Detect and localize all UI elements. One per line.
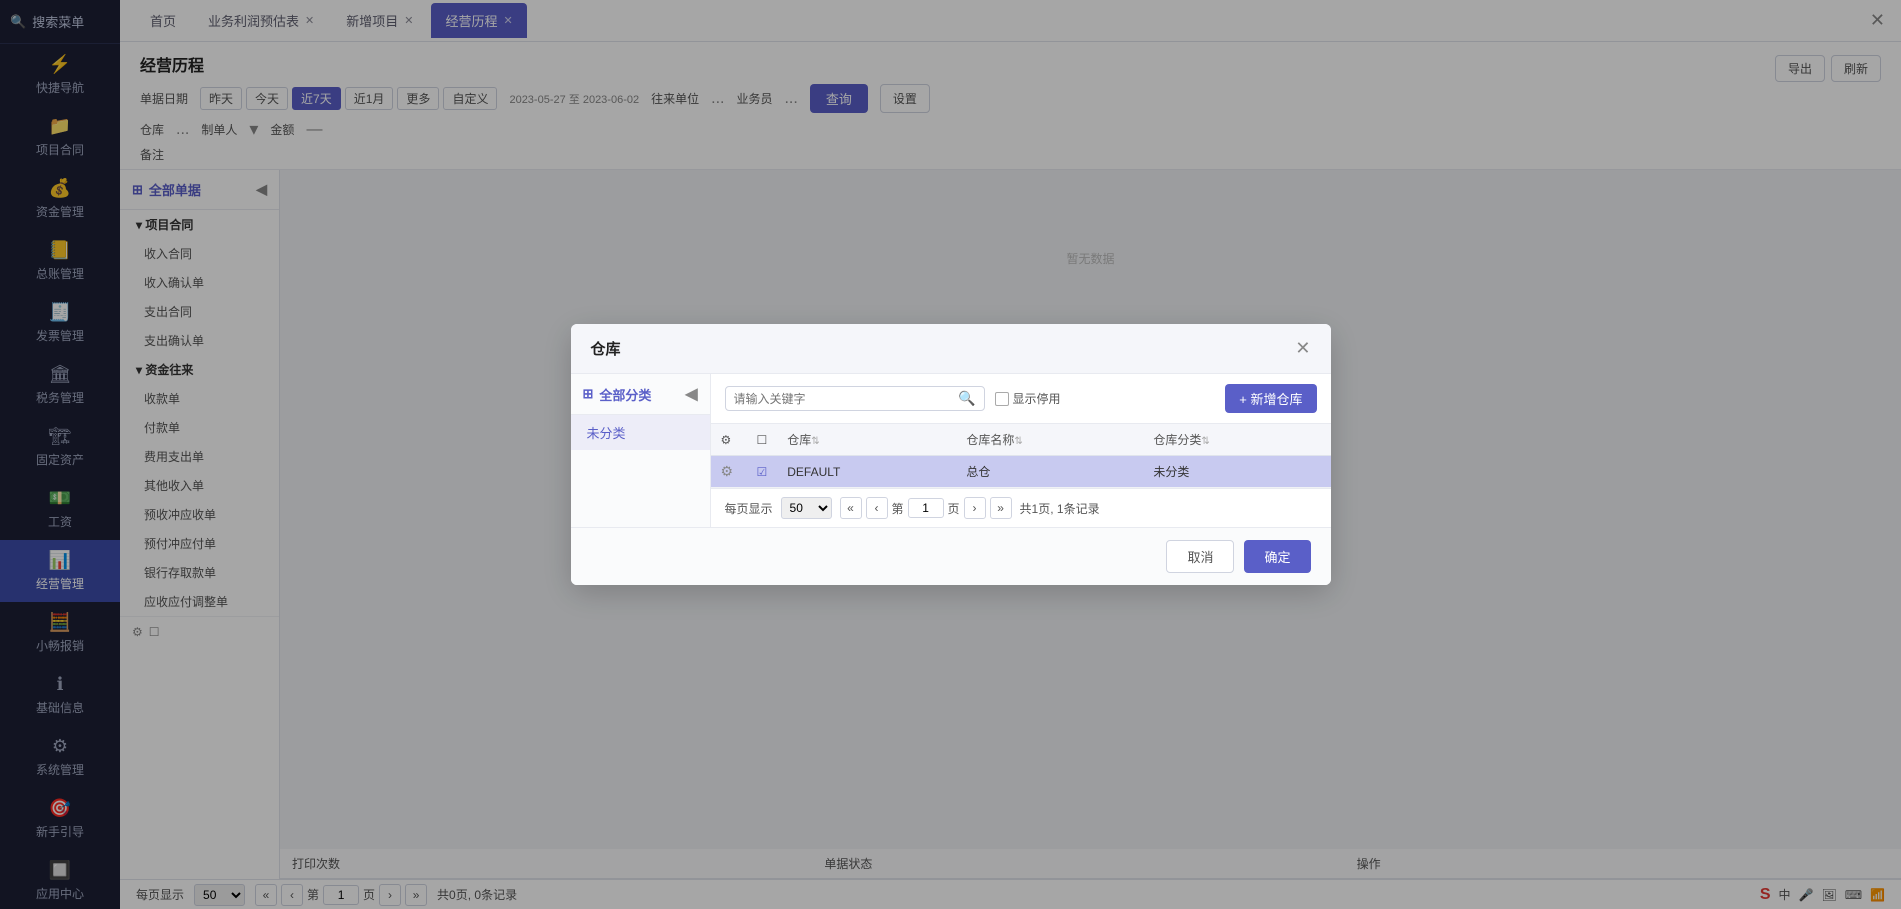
- modal-search-input[interactable]: [734, 392, 959, 406]
- warehouse-table-row[interactable]: ⚙ ☑ DEFAULT 总仓 未分类: [711, 456, 1331, 488]
- modal-title: 仓库: [591, 338, 621, 359]
- row-category: 未分类: [1143, 456, 1330, 488]
- modal-toolbar: 🔍 显示停用 + 新增仓库: [711, 374, 1331, 424]
- modal-page-label: 页: [948, 500, 960, 517]
- modal-data-table: ⚙ ☐ 仓库⇅ 仓库名称⇅ 仓库分类⇅ ⚙ ☑ DEFAULT 总仓 未分类: [711, 424, 1331, 488]
- modal-search-wrap: 🔍: [725, 386, 985, 411]
- modal-search-icon: 🔍: [958, 390, 975, 407]
- category-col-header: 仓库分类⇅: [1143, 424, 1330, 456]
- add-warehouse-button[interactable]: + 新增仓库: [1225, 384, 1316, 413]
- modal-per-page-label: 每页显示: [725, 500, 773, 517]
- modal-page-input[interactable]: [908, 498, 944, 518]
- row-name: 总仓: [956, 456, 1143, 488]
- cat-collapse-icon[interactable]: ◀: [685, 384, 697, 404]
- category-panel: ⊞ 全部分类 ◀ 未分类: [571, 374, 711, 527]
- row-checkbox[interactable]: ☑: [747, 456, 778, 488]
- table-header-row: ⚙ ☐ 仓库⇅ 仓库名称⇅ 仓库分类⇅: [711, 424, 1331, 456]
- modal-overlay: 仓库 ✕ ⊞ 全部分类 ◀ 未分类 🔍: [0, 0, 1901, 909]
- cancel-button[interactable]: 取消: [1166, 540, 1234, 573]
- row-gear: ⚙: [711, 456, 747, 488]
- modal-close-button[interactable]: ✕: [1295, 338, 1310, 359]
- modal-right-content: 🔍 显示停用 + 新增仓库 ⚙ ☐: [711, 374, 1331, 527]
- modal-per-page-select[interactable]: 50 100: [781, 497, 832, 519]
- modal-prev-page[interactable]: ‹: [866, 497, 888, 519]
- modal-next-page[interactable]: ›: [964, 497, 986, 519]
- modal-total-info: 共1页, 1条记录: [1020, 500, 1100, 517]
- confirm-button[interactable]: 确定: [1244, 540, 1310, 573]
- warehouse-modal: 仓库 ✕ ⊞ 全部分类 ◀ 未分类 🔍: [571, 324, 1331, 585]
- show-disabled-label: 显示停用: [1013, 390, 1061, 407]
- modal-last-page[interactable]: »: [990, 497, 1012, 519]
- grid-icon-modal: ⊞: [583, 386, 594, 402]
- category-all-header[interactable]: ⊞ 全部分类 ◀: [571, 374, 710, 415]
- modal-page-nav: « ‹ 第 页 › »: [840, 497, 1012, 519]
- warehouse-table-body: ⚙ ☑ DEFAULT 总仓 未分类: [711, 456, 1331, 488]
- code-col-header: 仓库⇅: [777, 424, 956, 456]
- warehouse-table-head: ⚙ ☐ 仓库⇅ 仓库名称⇅ 仓库分类⇅: [711, 424, 1331, 456]
- show-disabled-toggle[interactable]: 显示停用: [995, 390, 1061, 407]
- show-disabled-checkbox[interactable]: [995, 392, 1009, 406]
- category-all-label: 全部分类: [599, 385, 651, 404]
- category-item[interactable]: 未分类: [571, 415, 710, 450]
- row-code: DEFAULT: [777, 456, 956, 488]
- checkbox-col-header: ☐: [747, 424, 778, 456]
- modal-first-page[interactable]: «: [840, 497, 862, 519]
- modal-page-word: 第: [892, 500, 904, 517]
- gear-col-header: ⚙: [711, 424, 747, 456]
- warehouse-table: ⚙ ☐ 仓库⇅ 仓库名称⇅ 仓库分类⇅ ⚙ ☑ DEFAULT 总仓 未分类: [711, 424, 1331, 488]
- modal-footer: 取消 确定: [571, 527, 1331, 585]
- modal-pagination: 每页显示 50 100 « ‹ 第 页 › » 共1页, 1条记录: [711, 488, 1331, 527]
- modal-body: ⊞ 全部分类 ◀ 未分类 🔍 显示停用: [571, 374, 1331, 527]
- modal-header: 仓库 ✕: [571, 324, 1331, 374]
- name-col-header: 仓库名称⇅: [956, 424, 1143, 456]
